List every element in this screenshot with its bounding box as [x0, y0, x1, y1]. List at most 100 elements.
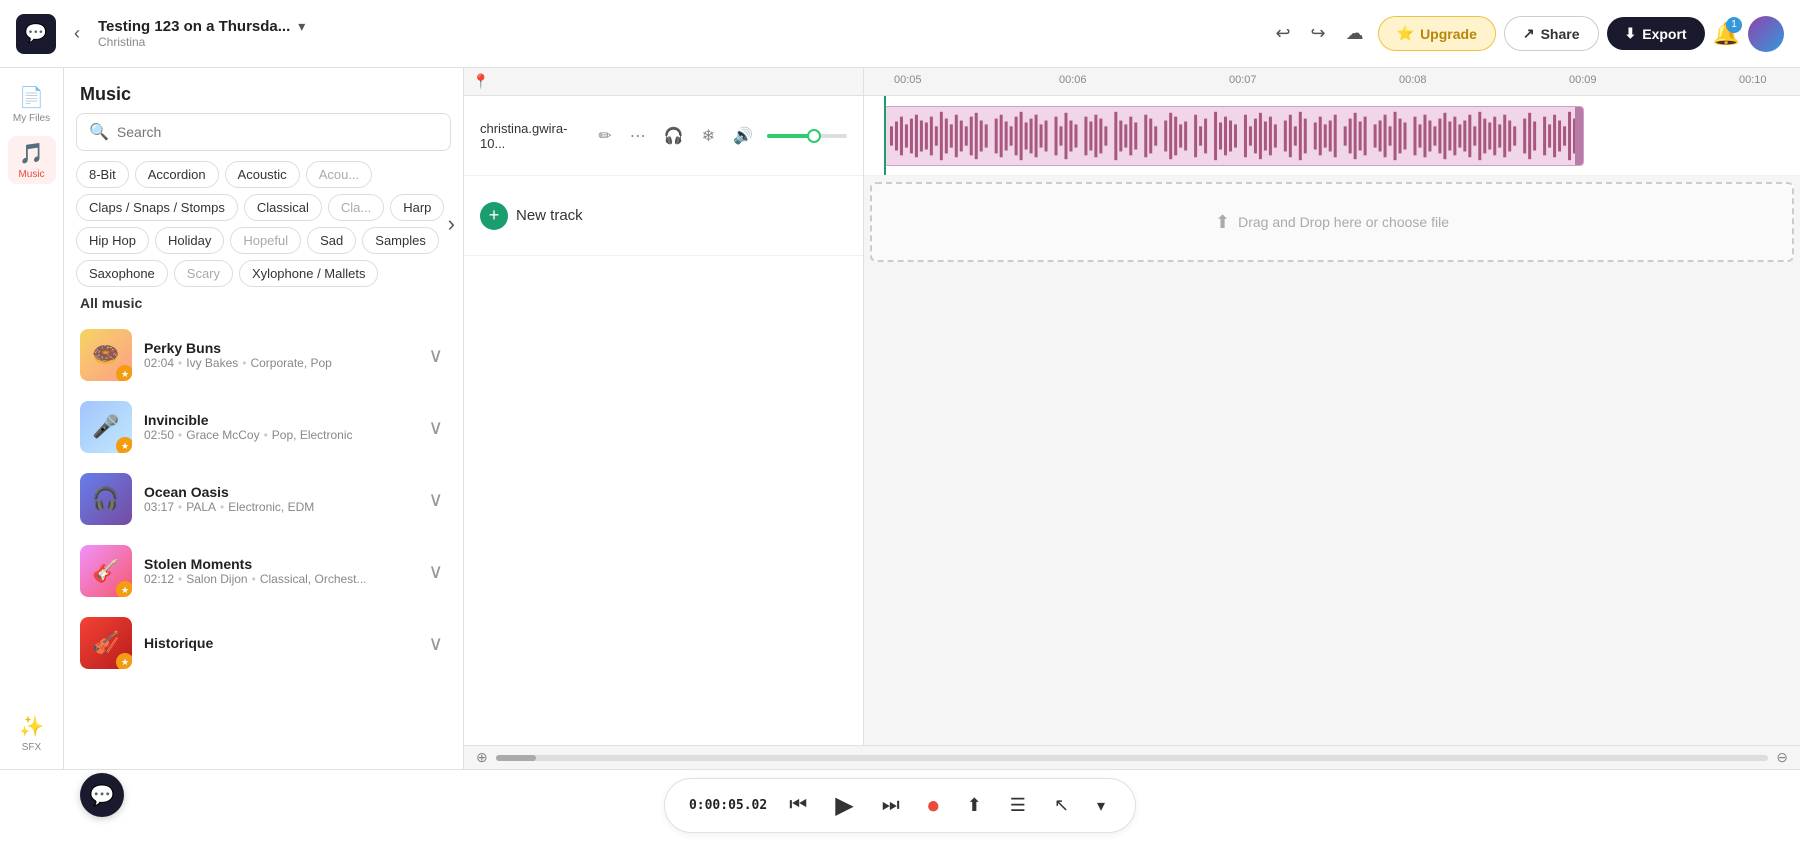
volume-slider[interactable] [767, 134, 847, 138]
nav-label-music: Music [18, 169, 44, 180]
nav-item-sfx[interactable]: ✨ SFX [8, 709, 56, 757]
tag-sad[interactable]: Sad [307, 227, 356, 254]
badge: ★ [116, 653, 132, 669]
chat-icon: 💬 [90, 783, 115, 808]
freeze-button[interactable]: ❄ [698, 122, 719, 150]
all-music-section: All music [64, 287, 463, 319]
player-time-display: 0:00:05.02 [689, 798, 767, 813]
list-item[interactable]: 🎧 Ocean Oasis 03:17 • PALA • Electronic,… [64, 463, 463, 535]
badge: ★ [116, 581, 132, 597]
playhead [884, 96, 886, 175]
edit-track-button[interactable]: ✏ [594, 122, 615, 150]
tag-classical[interactable]: Classical [244, 194, 322, 221]
scroll-thumb[interactable] [496, 755, 536, 761]
tag-acoustic[interactable]: Acoustic [225, 161, 300, 188]
tag-saxophone[interactable]: Saxophone [76, 260, 168, 287]
nav-item-files[interactable]: 📄 My Files [8, 80, 56, 128]
tag-hiphop[interactable]: Hip Hop [76, 227, 149, 254]
track-name: Perky Buns [144, 340, 412, 356]
search-input[interactable] [117, 124, 438, 140]
playlist-button[interactable]: ☰ [1004, 793, 1032, 818]
tag-harp[interactable]: Harp [390, 194, 444, 221]
tag-scary[interactable]: Scary [174, 260, 233, 287]
notification-badge: 1 [1726, 17, 1742, 33]
new-track-label: New track [516, 207, 583, 224]
ruler-tick: 00:06 [1059, 74, 1087, 86]
ruler-tick: 00:07 [1229, 74, 1257, 86]
tag-holiday[interactable]: Holiday [155, 227, 224, 254]
track-info: Perky Buns 02:04 • Ivy Bakes • Corporate… [144, 340, 412, 370]
tags-list: 8-Bit Accordion Acoustic Acou... Claps /… [76, 161, 451, 287]
upgrade-button[interactable]: ⭐ Upgrade [1378, 16, 1496, 51]
upgrade-star-icon: ⭐ [1397, 25, 1414, 42]
track-meta: 02:12 • Salon Dijon • Classical, Orchest… [144, 572, 412, 586]
topbar: 💬 ‹ Testing 123 on a Thursda... ▾ Christ… [0, 0, 1800, 68]
music-list: 🍩 ★ Perky Buns 02:04 • Ivy Bakes • Corpo… [64, 319, 463, 769]
expand-icon[interactable]: ∨ [424, 627, 447, 660]
title-dropdown-btn[interactable]: ▾ [296, 18, 307, 35]
search-icon: 🔍 [89, 122, 109, 142]
ruler-tick: 00:05 [894, 74, 922, 86]
sfx-icon: ✨ [19, 714, 44, 739]
zoom-minus-button[interactable]: ⊕ [476, 749, 488, 766]
nav-label-sfx: SFX [22, 742, 41, 753]
tag-accordion[interactable]: Accordion [135, 161, 219, 188]
expand-icon[interactable]: ∨ [424, 339, 447, 372]
redo-button[interactable]: ↪ [1305, 19, 1332, 48]
export-button[interactable]: ⬇ Export [1607, 17, 1705, 50]
expand-icon[interactable]: ∨ [424, 555, 447, 588]
expand-icon[interactable]: ∨ [424, 411, 447, 444]
undo-button[interactable]: ↩ [1269, 19, 1296, 48]
list-item[interactable]: 🍩 ★ Perky Buns 02:04 • Ivy Bakes • Corpo… [64, 319, 463, 391]
notification-button[interactable]: 🔔 1 [1713, 21, 1740, 47]
tag-8bit[interactable]: 8-Bit [76, 161, 129, 188]
tag-claps[interactable]: Claps / Snaps / Stomps [76, 194, 238, 221]
clip-resize-handle[interactable] [1575, 107, 1583, 165]
drop-zone[interactable]: ⬆ Drag and Drop here or choose file [870, 182, 1794, 262]
player-controls: 0:00:05.02 ⏮ ▶ ⏭ ⏺ ⬆ ☰ ↖ ▾ [664, 778, 1136, 833]
tag-xylophone[interactable]: Xylophone / Mallets [239, 260, 378, 287]
tag-acoustic2[interactable]: Acou... [306, 161, 372, 188]
cloud-save-button[interactable]: ☁ [1340, 19, 1370, 48]
avatar[interactable] [1748, 16, 1784, 52]
list-item[interactable]: 🎤 ★ Invincible 02:50 • Grace McCoy • Pop… [64, 391, 463, 463]
record-button[interactable]: ⏺ [922, 791, 945, 821]
ruler-tick: 00:10 [1739, 74, 1767, 86]
track-name: Historique [144, 635, 412, 651]
track-label: christina.gwira-10... [480, 121, 584, 151]
export-icon: ⬇ [1625, 25, 1637, 42]
track-name: Ocean Oasis [144, 484, 412, 500]
music-icon: 🎵 [19, 141, 44, 166]
fast-forward-button[interactable]: ⏭ [876, 792, 906, 819]
headphone-button[interactable]: 🎧 [660, 122, 688, 150]
play-pause-button[interactable]: ▶ [829, 789, 859, 822]
list-item[interactable]: 🎸 ★ Stolen Moments 02:12 • Salon Dijon •… [64, 535, 463, 607]
cursor-tool-button[interactable]: ↖ [1048, 793, 1075, 818]
track-meta: 03:17 • PALA • Electronic, EDM [144, 500, 412, 514]
more-tools-button[interactable]: ▾ [1091, 794, 1111, 818]
new-track-row[interactable]: + New track [464, 176, 863, 256]
title-area: Testing 123 on a Thursda... ▾ Christina [98, 18, 1257, 49]
nav-item-music[interactable]: 🎵 Music [8, 136, 56, 184]
track-controls-column: 📍 christina.gwira-10... ✏ ⋯ 🎧 ❄ 🔊 + New … [464, 68, 864, 745]
list-item[interactable]: 🎻 ★ Historique ∨ [64, 607, 463, 679]
expand-icon[interactable]: ∨ [424, 483, 447, 516]
share-button[interactable]: ↗ Share [1504, 16, 1599, 51]
scroll-track[interactable] [496, 755, 1769, 761]
track-info: Invincible 02:50 • Grace McCoy • Pop, El… [144, 412, 412, 442]
zoom-plus-button[interactable]: ⊖ [1776, 749, 1788, 766]
rewind-button[interactable]: ⏮ [783, 792, 813, 819]
badge: ★ [116, 365, 132, 381]
tag-cla[interactable]: Cla... [328, 194, 384, 221]
more-track-button[interactable]: ⋯ [626, 122, 650, 150]
back-button[interactable]: ‹ [68, 19, 86, 48]
chat-button[interactable]: 💬 [80, 773, 124, 817]
search-bar: 🔍 [76, 113, 451, 151]
tags-more-button[interactable]: › [448, 213, 455, 235]
audio-clip[interactable] [884, 106, 1584, 166]
badge: ★ [116, 437, 132, 453]
tag-samples[interactable]: Samples [362, 227, 439, 254]
upload-share-button[interactable]: ⬆ [961, 793, 988, 818]
tag-hopeful[interactable]: Hopeful [230, 227, 301, 254]
timeline-ruler: 00:05 00:06 00:07 00:08 00:09 00:10 00:1… [864, 68, 1800, 96]
